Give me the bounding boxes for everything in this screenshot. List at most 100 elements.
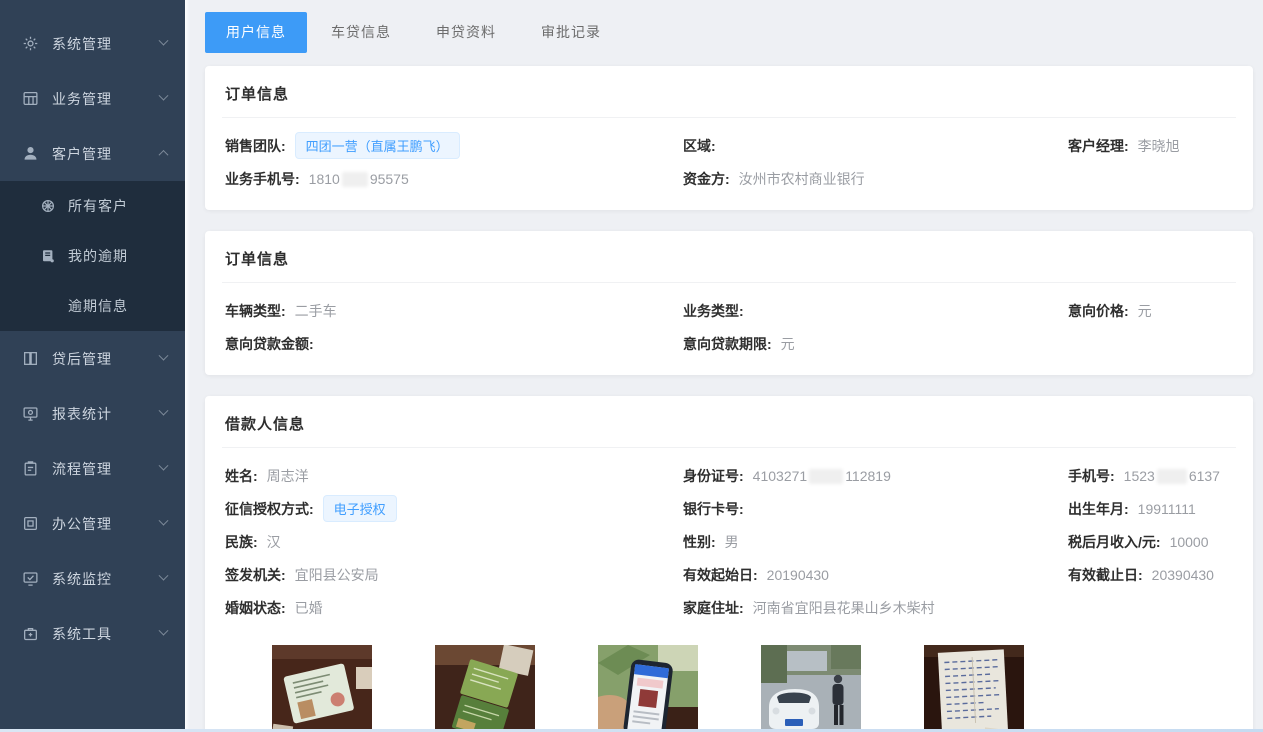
field-label: 区域: bbox=[683, 136, 716, 156]
field-ethnicity: 民族: 汉 bbox=[225, 525, 683, 558]
chevron-up-icon bbox=[159, 150, 169, 160]
tab-user-info[interactable]: 用户信息 bbox=[205, 12, 307, 53]
handwritten-doc-thumbnail bbox=[924, 645, 1024, 732]
gear-icon bbox=[22, 35, 39, 52]
sidebar-item-business-management[interactable]: 业务管理 bbox=[0, 71, 185, 126]
tab-loan-application-materials[interactable]: 申贷资料 bbox=[415, 12, 517, 53]
field-value: 10000 bbox=[1170, 534, 1209, 550]
field-issuer: 签发机关: 宜阳县公安局 bbox=[225, 558, 683, 591]
chevron-down-icon bbox=[159, 626, 169, 636]
field-valid-from: 有效起始日: 20190430 bbox=[683, 558, 1068, 591]
field-value: 181095575 bbox=[309, 171, 409, 187]
redacted-digits bbox=[1157, 469, 1187, 484]
field-business-type: 业务类型: bbox=[683, 294, 1068, 327]
tab-car-loan-info[interactable]: 车贷信息 bbox=[310, 12, 412, 53]
sidebar-subitem-overdue-info[interactable]: 逾期信息 bbox=[0, 281, 185, 331]
field-label: 业务手机号: bbox=[225, 169, 300, 189]
sidebar: 系统管理 业务管理 客户管理 所有客户 bbox=[0, 0, 185, 732]
sidebar-item-label: 报表统计 bbox=[52, 404, 112, 424]
tab-approval-records[interactable]: 审批记录 bbox=[520, 12, 622, 53]
field-value: 20390430 bbox=[1152, 567, 1214, 583]
sidebar-item-label: 办公管理 bbox=[52, 514, 112, 534]
notebook-icon bbox=[40, 248, 56, 264]
field-label: 姓名: bbox=[225, 466, 258, 486]
toolbox-icon bbox=[22, 625, 39, 642]
field-value: 男 bbox=[725, 532, 739, 552]
field-label: 有效截止日: bbox=[1068, 565, 1143, 585]
clipboard-icon bbox=[22, 460, 39, 477]
grid-icon bbox=[22, 90, 39, 107]
sidebar-subitem-all-customers[interactable]: 所有客户 bbox=[0, 181, 185, 231]
sidebar-item-label: 业务管理 bbox=[52, 89, 112, 109]
field-label: 意向贷款期限: bbox=[683, 334, 772, 354]
sidebar-subitem-my-overdue[interactable]: 我的逾期 bbox=[0, 231, 185, 281]
field-value: 20190430 bbox=[767, 567, 829, 583]
field-grid: 销售团队: 四团一营（直属王鹏飞） 区域: 客户经理: 李晓旭 业务手机号: 1… bbox=[222, 118, 1236, 210]
sidebar-item-label: 系统工具 bbox=[52, 624, 112, 644]
document-photos: 人像面 驾驶证照片 bbox=[222, 639, 1236, 732]
field-value: 19911111 bbox=[1138, 501, 1196, 517]
field-grid: 姓名: 周志洋 身份证号: 4103271112819 手机号: 1523613… bbox=[222, 448, 1236, 639]
sidebar-item-label: 贷后管理 bbox=[52, 349, 112, 369]
sidebar-item-system-monitor[interactable]: 系统监控 bbox=[0, 551, 185, 606]
field-value: 周志洋 bbox=[267, 466, 309, 486]
sidebar-item-post-loan-management[interactable]: 贷后管理 bbox=[0, 331, 185, 386]
sidebar-subitem-label: 所有客户 bbox=[68, 196, 128, 216]
field-label: 出生年月: bbox=[1068, 499, 1129, 519]
sidebar-item-system-management[interactable]: 系统管理 bbox=[0, 16, 185, 71]
field-value: 李晓旭 bbox=[1138, 136, 1180, 156]
field-credit-auth: 征信授权方式: 电子授权 bbox=[225, 492, 683, 525]
chevron-down-icon bbox=[159, 36, 169, 46]
sidebar-item-customer-management[interactable]: 客户管理 bbox=[0, 126, 185, 181]
chevron-down-icon bbox=[159, 516, 169, 526]
sidebar-item-process-management[interactable]: 流程管理 bbox=[0, 441, 185, 496]
field-region: 区域: bbox=[683, 129, 1068, 162]
redacted-digits bbox=[342, 172, 368, 187]
field-id-number: 身份证号: 4103271112819 bbox=[683, 459, 1068, 492]
app-window: 系统管理 业务管理 客户管理 所有客户 bbox=[0, 0, 1263, 732]
borrower-info-card: 借款人信息 姓名: 周志洋 身份证号: 4103271112819 手机号: 1… bbox=[205, 396, 1253, 732]
field-label: 征信授权方式: bbox=[225, 499, 314, 519]
field-valid-to: 有效截止日: 20390430 bbox=[1068, 558, 1233, 591]
detail-tabs: 用户信息 车贷信息 申贷资料 审批记录 bbox=[205, 12, 1253, 53]
field-value: 二手车 bbox=[295, 301, 337, 321]
phone-qr-photo[interactable]: 征信记录 bbox=[598, 645, 698, 732]
field-funder: 资金方: 汝州市农村商业银行 bbox=[683, 162, 1068, 195]
order-info-card-2: 订单信息 车辆类型: 二手车 业务类型: 意向价格: 元 意向贷款金额: bbox=[205, 231, 1253, 375]
book-icon bbox=[22, 350, 39, 367]
sidebar-item-system-tools[interactable]: 系统工具 bbox=[0, 606, 185, 661]
sidebar-item-report-statistics[interactable]: 报表统计 bbox=[0, 386, 185, 441]
field-value: 15236137 bbox=[1124, 468, 1220, 484]
field-birth: 出生年月: 19911111 bbox=[1068, 492, 1233, 525]
field-label: 客户经理: bbox=[1068, 136, 1129, 156]
chevron-down-icon bbox=[159, 406, 169, 416]
green-booklet-thumbnail bbox=[435, 645, 535, 732]
field-label: 销售团队: bbox=[225, 136, 286, 156]
sidebar-item-label: 系统管理 bbox=[52, 34, 112, 54]
car-person-thumbnail bbox=[761, 645, 861, 732]
field-value: 元 bbox=[1138, 301, 1152, 321]
field-empty bbox=[1068, 162, 1233, 195]
field-label: 有效起始日: bbox=[683, 565, 758, 585]
field-value: 宜阳县公安局 bbox=[295, 565, 379, 585]
sidebar-item-office-management[interactable]: 办公管理 bbox=[0, 496, 185, 551]
field-label: 身份证号: bbox=[683, 466, 744, 486]
chevron-down-icon bbox=[159, 571, 169, 581]
section-title: 订单信息 bbox=[222, 66, 1236, 118]
field-label: 民族: bbox=[225, 532, 258, 552]
field-empty bbox=[1068, 327, 1233, 360]
credit-auth-tag: 电子授权 bbox=[323, 495, 397, 522]
field-label: 签发机关: bbox=[225, 565, 286, 585]
handwritten-doc-photo[interactable]: 材料补充 bbox=[924, 645, 1024, 732]
field-label: 婚姻状态: bbox=[225, 598, 286, 618]
field-intent-loan-amount: 意向贷款金额: bbox=[225, 327, 683, 360]
no-icon-spacer bbox=[40, 298, 56, 314]
green-booklet-photo[interactable]: 驾驶证照片 bbox=[435, 645, 535, 732]
field-label: 税后月收入/元: bbox=[1068, 532, 1161, 552]
field-label: 手机号: bbox=[1068, 466, 1115, 486]
id-card-photo[interactable]: 人像面 bbox=[272, 645, 372, 732]
field-home-address: 家庭住址: 河南省宜阳县花果山乡木柴村 bbox=[683, 591, 1068, 624]
car-person-photo[interactable]: 人车合影 bbox=[761, 645, 861, 732]
customer-management-submenu: 所有客户 我的逾期 逾期信息 bbox=[0, 181, 185, 331]
field-label: 性别: bbox=[683, 532, 716, 552]
